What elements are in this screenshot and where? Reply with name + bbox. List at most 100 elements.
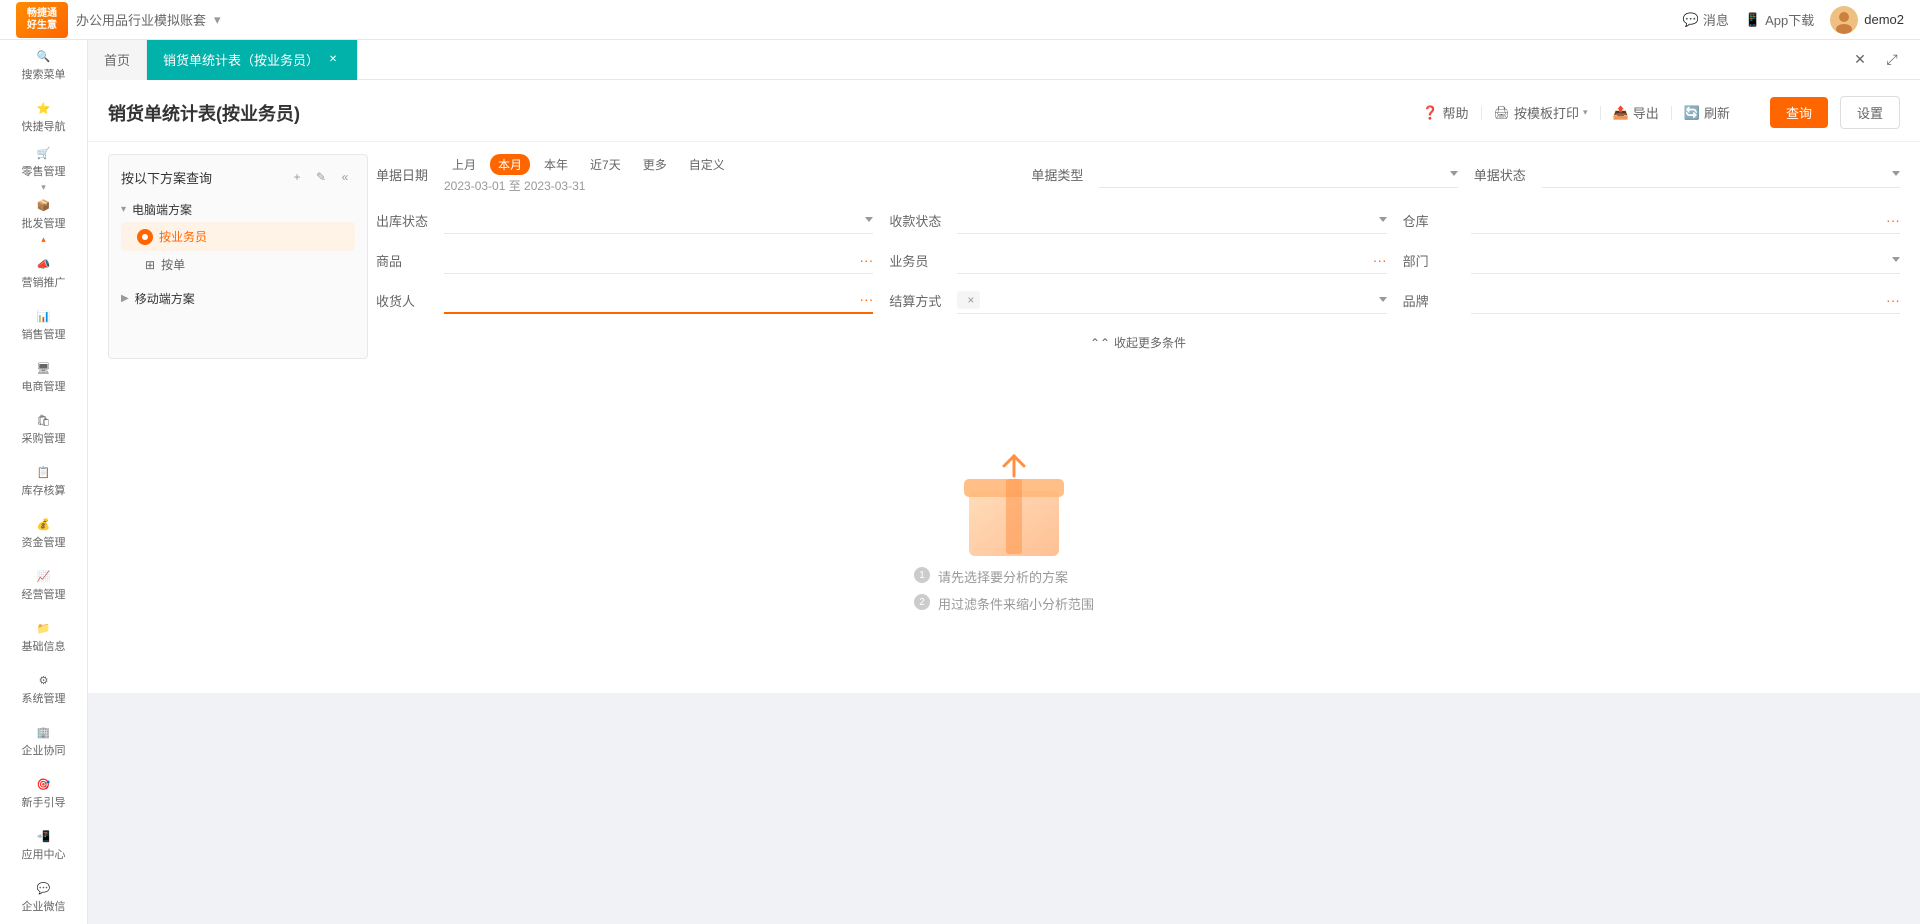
salesperson-dots[interactable]: ··· bbox=[1373, 252, 1387, 268]
out-status-control[interactable] bbox=[444, 206, 873, 234]
scheme-title: 按以下方案查询 bbox=[121, 168, 212, 187]
app-download-button[interactable]: 📱 App下载 bbox=[1745, 10, 1814, 29]
cart-icon: 🛒 bbox=[37, 147, 51, 160]
refresh-button[interactable]: 🔄 刷新 bbox=[1684, 103, 1730, 122]
scheme-collapse-button[interactable]: « bbox=[335, 167, 355, 187]
sidebar-item-search-menu[interactable]: 🔍 搜索菜单 bbox=[0, 40, 87, 92]
wechat-icon: 💬 bbox=[37, 882, 51, 895]
settlement-label: 结算方式 bbox=[889, 291, 949, 310]
department-label: 部门 bbox=[1403, 251, 1463, 270]
page-header: 销货单统计表(按业务员) ❓ 帮助 🖨 按模板打印 ▾ bbox=[88, 80, 1920, 142]
sales-stats-tab-label: 销货单统计表（按业务员） bbox=[163, 50, 319, 69]
empty-step-2: 2 用过滤条件来缩小分析范围 bbox=[914, 594, 1094, 613]
print-icon: 🖨 bbox=[1494, 105, 1511, 121]
consignee-dots[interactable]: ··· bbox=[859, 291, 873, 307]
close-tab-button[interactable]: ✕ bbox=[1848, 48, 1872, 72]
scheme-header: 按以下方案查询 + ✎ « bbox=[121, 167, 355, 187]
export-button[interactable]: 📤 导出 bbox=[1613, 103, 1659, 122]
goods-dots[interactable]: ··· bbox=[859, 252, 873, 268]
folder-icon: 📁 bbox=[37, 622, 51, 635]
goods-control[interactable]: ··· bbox=[444, 246, 873, 274]
user-profile[interactable]: demo2 bbox=[1830, 6, 1904, 34]
salesperson-control[interactable]: ··· bbox=[957, 246, 1386, 274]
settlement-control[interactable]: × bbox=[957, 286, 1386, 314]
page-title: 销货单统计表(按业务员) bbox=[108, 100, 300, 126]
this-year-btn[interactable]: 本年 bbox=[536, 154, 576, 175]
scheme-add-button[interactable]: + bbox=[287, 167, 307, 187]
query-button[interactable]: 查询 bbox=[1770, 97, 1828, 128]
logo-text: 畅捷通好生意 bbox=[27, 8, 57, 32]
order-icon: ⊞ bbox=[145, 258, 155, 272]
expand-tab-button[interactable]: ⤢ bbox=[1880, 48, 1904, 72]
more-btn[interactable]: 更多 bbox=[635, 154, 675, 175]
print-arrow: ▾ bbox=[1583, 107, 1588, 118]
last-7-days-btn[interactable]: 近7天 bbox=[582, 154, 629, 175]
wholesale-arrow: ▴ bbox=[41, 234, 46, 245]
doc-type-control[interactable] bbox=[1099, 160, 1457, 188]
receipt-status-arrow bbox=[1379, 217, 1387, 222]
sidebar-item-inventory[interactable]: 📋 库存核算 bbox=[0, 456, 87, 508]
filter-right: 单据日期 上月 本月 本年 近7天 更多 自定义 bbox=[376, 154, 1900, 359]
tab-close-button[interactable]: ✕ bbox=[325, 52, 341, 68]
this-month-btn[interactable]: 本月 bbox=[490, 154, 530, 175]
department-control[interactable] bbox=[1471, 246, 1900, 274]
collapse-btn[interactable]: ⌃⌃ 收起更多条件 bbox=[376, 326, 1900, 359]
sidebar-item-enterprise[interactable]: 🏢 企业协同 bbox=[0, 716, 87, 768]
help-icon: ❓ bbox=[1422, 105, 1438, 121]
dot-inner bbox=[142, 234, 148, 240]
sidebar-item-quick-nav[interactable]: ⭐ 快捷导航 bbox=[0, 92, 87, 144]
scheme-group-mobile-header[interactable]: ▶ 移动端方案 bbox=[121, 286, 355, 311]
desktop-group-label: 电脑端方案 bbox=[132, 201, 192, 218]
out-status-label: 出库状态 bbox=[376, 211, 436, 230]
sidebar-item-app-center[interactable]: 📲 应用中心 bbox=[0, 820, 87, 872]
sidebar-item-base-info[interactable]: 📁 基础信息 bbox=[0, 612, 87, 664]
brand-control[interactable]: ··· bbox=[1471, 286, 1900, 314]
filter-row-4: 收货人 ··· 结算方式 bbox=[376, 286, 1900, 314]
breadcrumb-arrow[interactable]: ▾ bbox=[214, 12, 221, 28]
help-button[interactable]: ❓ 帮助 bbox=[1422, 103, 1468, 122]
scheme-item-by-order[interactable]: ⊞ 按单 bbox=[121, 251, 355, 278]
sidebar-item-finance[interactable]: 💰 资金管理 bbox=[0, 508, 87, 560]
tab-sales-stats[interactable]: 销货单统计表（按业务员） ✕ bbox=[147, 40, 358, 80]
consignee-control[interactable]: ··· bbox=[444, 286, 873, 314]
scheme-group-desktop-header[interactable]: ▾ 电脑端方案 bbox=[121, 197, 355, 222]
money-icon: 💰 bbox=[37, 518, 51, 531]
filter-row-1: 单据日期 上月 本月 本年 近7天 更多 自定义 bbox=[376, 154, 1900, 194]
out-status-arrow bbox=[865, 217, 873, 222]
tab-home[interactable]: 首页 bbox=[88, 40, 147, 80]
sidebar-item-purchase[interactable]: 🛍 采购管理 bbox=[0, 404, 87, 456]
receipt-status-control[interactable] bbox=[957, 206, 1386, 234]
target-icon: 🎯 bbox=[37, 778, 51, 791]
date-range-text: 2023-03-01 至 2023-03-31 bbox=[444, 177, 1015, 194]
username[interactable]: demo2 bbox=[1864, 12, 1904, 27]
scheme-group-desktop: ▾ 电脑端方案 按业务员 ⊞ 按单 bbox=[121, 197, 355, 278]
sidebar-item-sales[interactable]: 📊 销售管理 bbox=[0, 300, 87, 352]
doc-status-control[interactable] bbox=[1542, 160, 1900, 188]
sidebar-item-ecommerce[interactable]: 🖥 电商管理 bbox=[0, 352, 87, 404]
sidebar-item-system[interactable]: ⚙ 系统管理 bbox=[0, 664, 87, 716]
step-2-text: 用过滤条件来缩小分析范围 bbox=[938, 594, 1094, 613]
settings-button[interactable]: 设置 bbox=[1840, 96, 1900, 129]
warehouse-control[interactable]: ··· bbox=[1471, 206, 1900, 234]
sidebar-item-operations[interactable]: 📈 经营管理 bbox=[0, 560, 87, 612]
message-button[interactable]: 💬 消息 bbox=[1683, 10, 1729, 29]
last-month-btn[interactable]: 上月 bbox=[444, 154, 484, 175]
doc-status-arrow bbox=[1892, 171, 1900, 176]
scheme-edit-button[interactable]: ✎ bbox=[311, 167, 331, 187]
sidebar-item-newbie[interactable]: 🎯 新手引导 bbox=[0, 768, 87, 820]
megaphone-icon: 📣 bbox=[37, 258, 51, 271]
scheme-item-by-salesperson[interactable]: 按业务员 bbox=[121, 222, 355, 251]
settlement-tag-close[interactable]: × bbox=[967, 293, 974, 307]
sidebar-item-retail[interactable]: 🛒 零售管理 ▾ bbox=[0, 144, 87, 196]
desktop-expand-arrow: ▾ bbox=[121, 204, 126, 215]
top-bar: 畅捷通好生意 办公用品行业模拟账套 ▾ 💬 消息 📱 App下载 bbox=[0, 0, 1920, 40]
brand-dots[interactable]: ··· bbox=[1886, 292, 1900, 308]
collapse-up-icon: ⌃⌃ bbox=[1090, 336, 1110, 350]
template-print-button[interactable]: 🖨 按模板打印 ▾ bbox=[1494, 103, 1588, 122]
date-control: 上月 本月 本年 近7天 更多 自定义 2023-03-01 至 2023-03… bbox=[436, 154, 1015, 194]
warehouse-dots[interactable]: ··· bbox=[1886, 212, 1900, 228]
sidebar-item-wholesale[interactable]: 📦 批发管理 ▴ bbox=[0, 196, 87, 248]
custom-btn[interactable]: 自定义 bbox=[681, 154, 733, 175]
sidebar-item-marketing[interactable]: 📣 营销推广 bbox=[0, 248, 87, 300]
sidebar-item-wechat[interactable]: 💬 企业微信 bbox=[0, 872, 87, 924]
